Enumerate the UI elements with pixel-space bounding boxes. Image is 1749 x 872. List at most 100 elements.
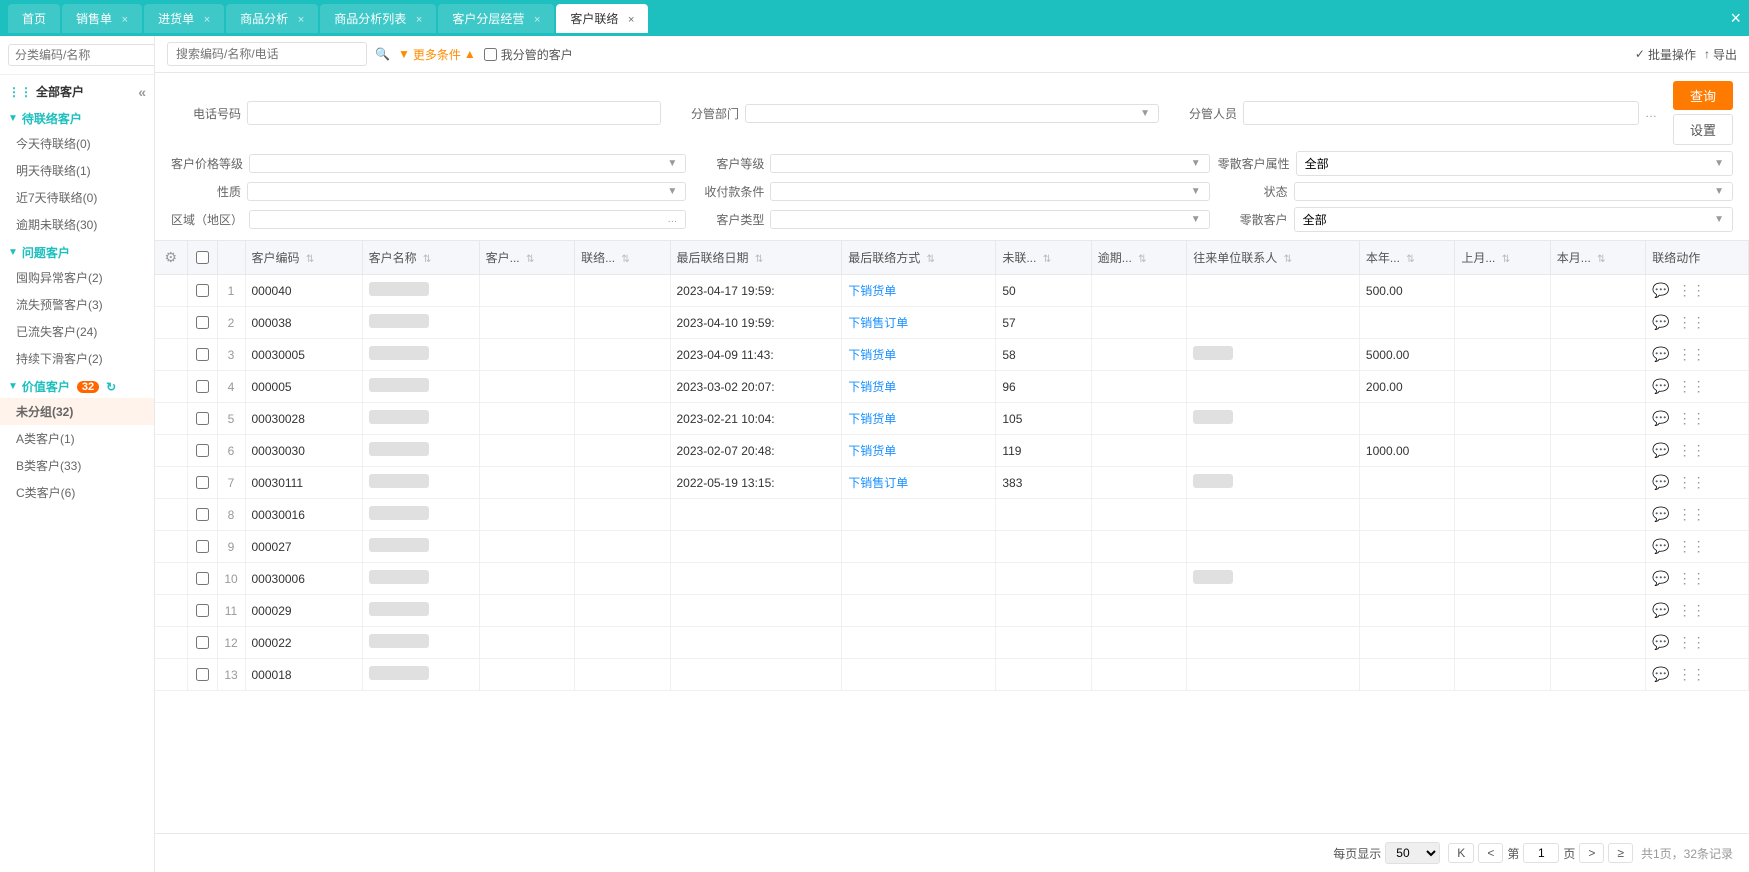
region-select[interactable]: …: [249, 210, 686, 229]
row-checkbox[interactable]: [196, 284, 209, 297]
close-tab-product-analysis[interactable]: ×: [298, 14, 304, 26]
dept-select[interactable]: ▼: [745, 104, 1159, 123]
sidebar-item-class-a[interactable]: A类客户(1): [0, 425, 154, 452]
group-pending-contact[interactable]: ▼ 待联络客户: [0, 104, 154, 130]
export-btn[interactable]: ↑ 导出: [1704, 46, 1737, 63]
sidebar-item-7day-pending[interactable]: 近7天待联络(0): [0, 184, 154, 211]
row-checkbox[interactable]: [196, 508, 209, 521]
sort-date-icon[interactable]: ⇅: [755, 254, 763, 265]
sort-year-icon[interactable]: ⇅: [1406, 254, 1414, 265]
manager-input[interactable]: [1243, 101, 1639, 125]
message-action-icon[interactable]: 💬: [1652, 346, 1669, 363]
query-button[interactable]: 查询: [1673, 81, 1733, 110]
tab-product-list[interactable]: 商品分析列表 ×: [320, 4, 436, 33]
sort-overdue-icon[interactable]: ⇅: [1138, 254, 1146, 265]
batch-ops-btn[interactable]: ✓ 批量操作: [1635, 46, 1696, 63]
table-settings-icon[interactable]: ⚙: [161, 249, 181, 266]
sidebar-item-churn-warning[interactable]: 流失预警客户(3): [0, 291, 154, 318]
nature-select[interactable]: ▼: [247, 182, 686, 201]
last-page-btn[interactable]: ≥: [1608, 843, 1633, 863]
manager-more-icon[interactable]: …: [1645, 106, 1657, 120]
link-action-icon[interactable]: ⋮⋮: [1678, 474, 1706, 491]
contact-method-link[interactable]: 下销货单: [848, 380, 896, 394]
message-action-icon[interactable]: 💬: [1652, 570, 1669, 587]
message-action-icon[interactable]: 💬: [1652, 602, 1669, 619]
message-action-icon[interactable]: 💬: [1652, 282, 1669, 299]
link-action-icon[interactable]: ⋮⋮: [1678, 634, 1706, 651]
sort-this-month-icon[interactable]: ⇅: [1597, 254, 1605, 265]
sidebar-item-hoard-abnormal[interactable]: 囤购异常客户(2): [0, 264, 154, 291]
collapse-sidebar-icon[interactable]: «: [138, 84, 146, 100]
close-tab-customer-tier[interactable]: ×: [534, 14, 540, 26]
message-action-icon[interactable]: 💬: [1652, 378, 1669, 395]
message-action-icon[interactable]: 💬: [1652, 442, 1669, 459]
link-action-icon[interactable]: ⋮⋮: [1678, 314, 1706, 331]
tab-customer-contact[interactable]: 客户联络 ×: [556, 4, 648, 33]
refresh-icon[interactable]: ↻: [106, 380, 116, 394]
my-customer-checkbox[interactable]: [484, 48, 497, 61]
row-checkbox[interactable]: [196, 476, 209, 489]
contact-method-link[interactable]: 下销货单: [848, 284, 896, 298]
message-action-icon[interactable]: 💬: [1652, 474, 1669, 491]
sort-contact-person-icon[interactable]: ⇅: [1284, 254, 1292, 265]
my-customer-checkbox-area[interactable]: 我分管的客户: [484, 46, 573, 63]
link-action-icon[interactable]: ⋮⋮: [1678, 346, 1706, 363]
row-checkbox[interactable]: [196, 348, 209, 361]
row-checkbox[interactable]: [196, 572, 209, 585]
sidebar-item-tomorrow-pending[interactable]: 明天待联络(1): [0, 157, 154, 184]
row-checkbox[interactable]: [196, 604, 209, 617]
sort-contact-icon[interactable]: ⇅: [621, 254, 629, 265]
phone-input[interactable]: [247, 101, 661, 125]
link-action-icon[interactable]: ⋮⋮: [1678, 538, 1706, 555]
close-tab-product-list[interactable]: ×: [416, 14, 422, 26]
sort-code-icon[interactable]: ⇅: [306, 254, 314, 265]
link-action-icon[interactable]: ⋮⋮: [1678, 666, 1706, 683]
tab-purchase[interactable]: 进货单 ×: [144, 4, 224, 33]
sidebar-item-churned[interactable]: 已流失客户(24): [0, 318, 154, 345]
link-action-icon[interactable]: ⋮⋮: [1678, 570, 1706, 587]
message-action-icon[interactable]: 💬: [1652, 506, 1669, 523]
sidebar-item-declining[interactable]: 持续下滑客户(2): [0, 345, 154, 372]
page-number-input[interactable]: [1523, 843, 1559, 863]
row-checkbox[interactable]: [196, 412, 209, 425]
customer-level-select[interactable]: ▼: [770, 154, 1209, 173]
close-tab-sales[interactable]: ×: [122, 14, 128, 26]
payment-select[interactable]: ▼: [770, 182, 1209, 201]
price-level-select[interactable]: ▼: [249, 154, 686, 173]
message-action-icon[interactable]: 💬: [1652, 314, 1669, 331]
sort-uncontacted-icon[interactable]: ⇅: [1043, 254, 1051, 265]
prev-page-btn[interactable]: <: [1478, 843, 1503, 863]
close-tab-customer-contact[interactable]: ×: [628, 14, 634, 26]
all-customers-label[interactable]: ⋮⋮ 全部客户 «: [0, 75, 154, 104]
sidebar-item-class-b[interactable]: B类客户(33): [0, 452, 154, 479]
sort-name-icon[interactable]: ⇅: [423, 254, 431, 265]
sparse-attr-select[interactable]: 全部▼: [1296, 151, 1733, 176]
sidebar-search-input[interactable]: [8, 44, 155, 66]
contact-method-link[interactable]: 下销售订单: [848, 316, 908, 330]
link-action-icon[interactable]: ⋮⋮: [1678, 378, 1706, 395]
link-action-icon[interactable]: ⋮⋮: [1678, 602, 1706, 619]
message-action-icon[interactable]: 💬: [1652, 410, 1669, 427]
message-action-icon[interactable]: 💬: [1652, 538, 1669, 555]
customer-type-select[interactable]: ▼: [770, 210, 1209, 229]
row-checkbox[interactable]: [196, 636, 209, 649]
select-all-checkbox[interactable]: [196, 251, 209, 264]
sidebar-item-today-pending[interactable]: 今天待联络(0): [0, 130, 154, 157]
contact-method-link[interactable]: 下销货单: [848, 348, 896, 362]
next-page-btn[interactable]: >: [1579, 843, 1604, 863]
sort-type-icon[interactable]: ⇅: [526, 254, 534, 265]
contact-method-link[interactable]: 下销售订单: [848, 476, 908, 490]
tab-product-analysis[interactable]: 商品分析 ×: [226, 4, 318, 33]
status-select[interactable]: ▼: [1294, 182, 1733, 201]
first-page-btn[interactable]: K: [1448, 843, 1474, 863]
message-action-icon[interactable]: 💬: [1652, 634, 1669, 651]
search-input[interactable]: [167, 42, 367, 66]
sidebar-item-class-c[interactable]: C类客户(6): [0, 479, 154, 506]
tab-customer-tier[interactable]: 客户分层经营 ×: [438, 4, 554, 33]
more-conditions-btn[interactable]: ▼ 更多条件 ▲: [398, 46, 476, 63]
tab-home[interactable]: 首页: [8, 4, 60, 33]
message-action-icon[interactable]: 💬: [1652, 666, 1669, 683]
contact-method-link[interactable]: 下销货单: [848, 444, 896, 458]
page-size-select[interactable]: 50 20 100: [1385, 842, 1440, 864]
reset-button[interactable]: 设置: [1673, 114, 1733, 145]
